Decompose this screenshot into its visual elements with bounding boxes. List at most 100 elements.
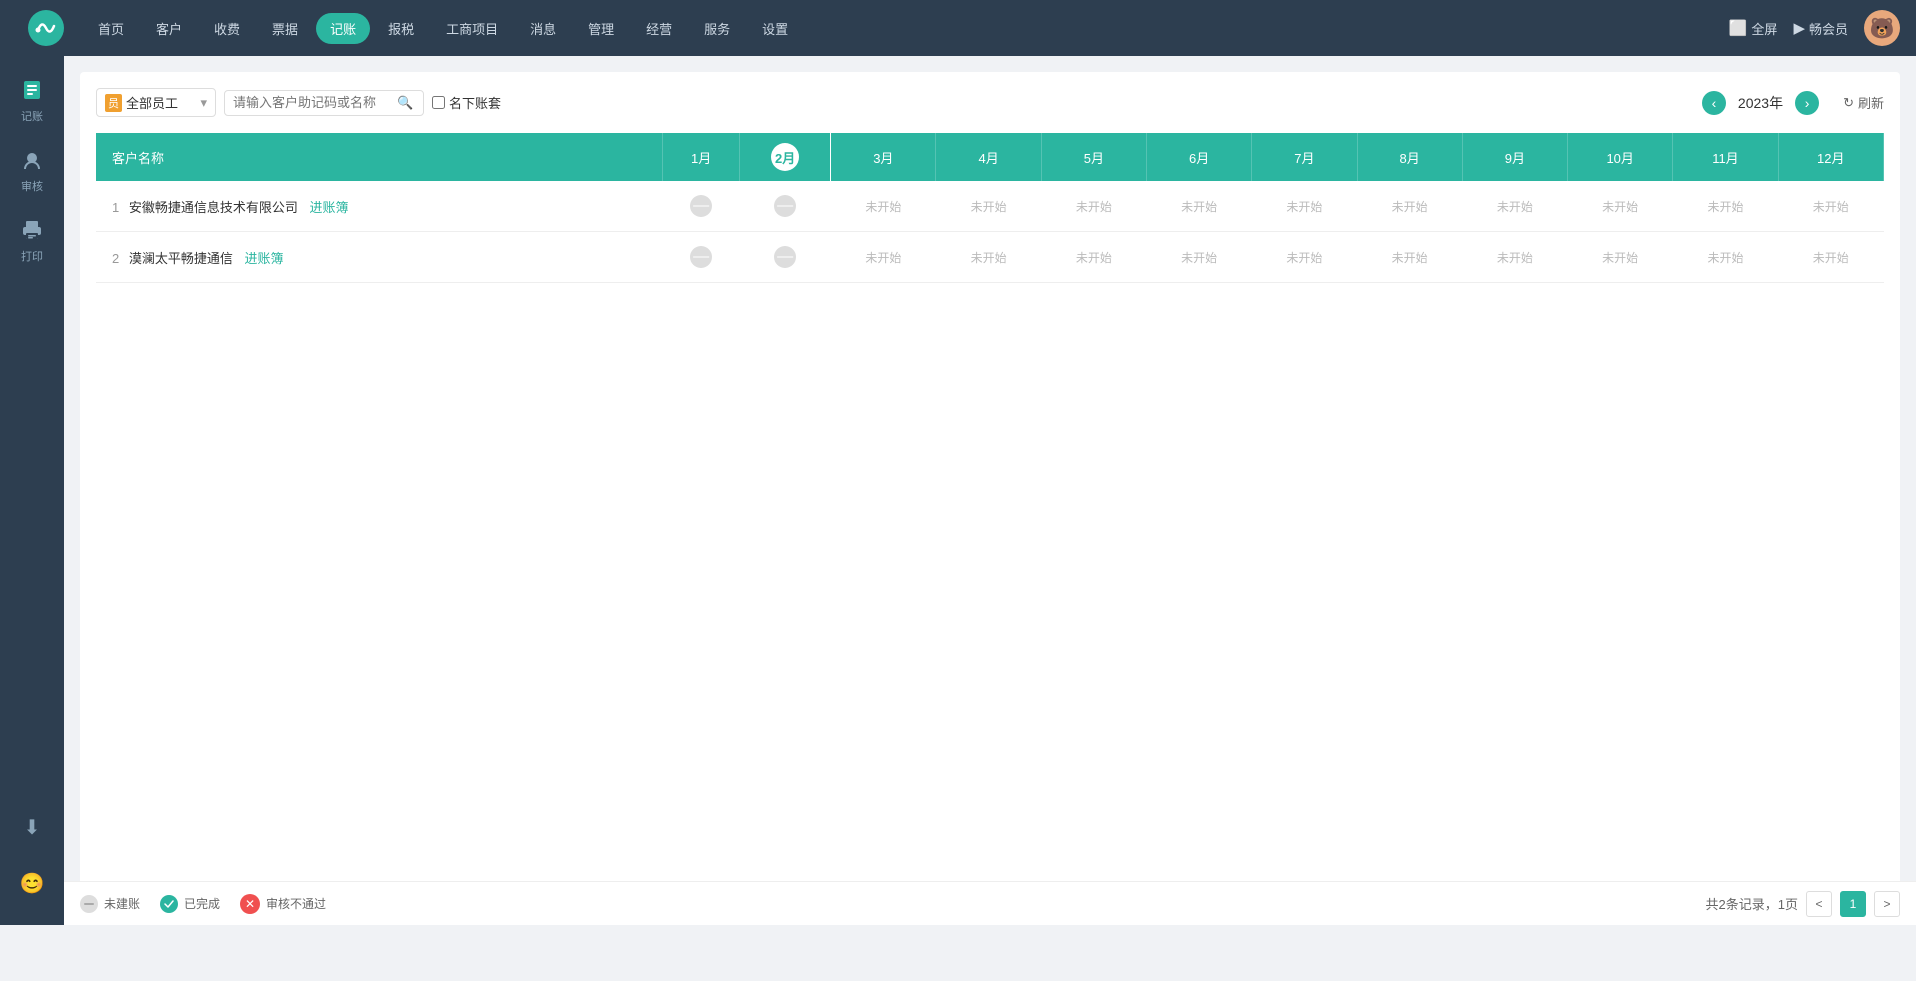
vip-label: 畅会员 xyxy=(1809,19,1848,38)
row1-enter-link[interactable]: 进账簿 xyxy=(310,200,349,215)
row2-m2: — xyxy=(740,232,831,283)
nav-tax[interactable]: 报税 xyxy=(374,13,428,44)
row2-m4: 未开始 xyxy=(936,232,1041,283)
bottom-bar: 未建账 已完成 ✕ 审核不通过 共2条记录，1页 < 1 > xyxy=(64,881,1916,925)
table-body: 1 安徽畅捷通信息技术有限公司 进账簿 — — 未开始 未开始 未开始 未开始 … xyxy=(96,181,1884,283)
page-next-button[interactable]: > xyxy=(1874,891,1900,917)
my-accounts-checkbox[interactable] xyxy=(432,96,445,109)
sidebar-print-label: 打印 xyxy=(21,248,43,264)
sidebar-item-print[interactable]: 打印 xyxy=(0,204,64,274)
th-month-9: 9月 xyxy=(1462,133,1567,181)
row2-enter-link[interactable]: 进账簿 xyxy=(245,251,284,266)
row1-m4: 未开始 xyxy=(936,181,1041,232)
row1-m7: 未开始 xyxy=(1252,181,1357,232)
year-prev-button[interactable]: ‹ xyxy=(1702,91,1726,115)
download-icon: ⬇ xyxy=(16,811,48,843)
user-avatar[interactable]: 🐻 xyxy=(1864,10,1900,46)
search-input[interactable] xyxy=(233,95,393,110)
nav-manage[interactable]: 管理 xyxy=(574,13,628,44)
content-card: 员 全部员工 ▾ 🔍 名下账套 ‹ 2023年 › ↻ 刷新 xyxy=(80,72,1900,909)
legend-not-created-label: 未建账 xyxy=(104,895,140,912)
legend-not-created: 未建账 xyxy=(80,895,140,913)
sidebar-help[interactable]: 😊 xyxy=(16,857,48,909)
row2-name-cell: 2 漠澜太平畅捷通信 进账簿 xyxy=(96,232,663,283)
accounting-icon xyxy=(16,74,48,106)
nav-right: ⬜ 全屏 ▶ 畅会员 🐻 xyxy=(1729,10,1900,46)
row2-m1: — xyxy=(663,232,740,283)
help-icon: 😊 xyxy=(16,867,48,899)
row1-m9: 未开始 xyxy=(1462,181,1567,232)
row1-m2-dash: — xyxy=(774,195,796,217)
nav-service[interactable]: 服务 xyxy=(690,13,744,44)
nav-settings[interactable]: 设置 xyxy=(748,13,802,44)
th-month-10: 10月 xyxy=(1568,133,1673,181)
pagination: 共2条记录，1页 < 1 > xyxy=(1706,891,1900,917)
row1-m5: 未开始 xyxy=(1041,181,1146,232)
search-icon[interactable]: 🔍 xyxy=(397,95,413,111)
refresh-icon: ↻ xyxy=(1843,95,1854,111)
th-month-5: 5月 xyxy=(1041,133,1146,181)
row1-m12: 未开始 xyxy=(1778,181,1883,232)
nav-customer[interactable]: 客户 xyxy=(142,13,196,44)
nav-home[interactable]: 首页 xyxy=(84,13,138,44)
legend-teal-dot xyxy=(160,895,178,913)
row2-m12: 未开始 xyxy=(1778,232,1883,283)
th-month-3: 3月 xyxy=(831,133,936,181)
legend-red-dot: ✕ xyxy=(240,894,260,914)
left-sidebar: 记账 审核 打印 ⬇ 😊 xyxy=(0,56,64,925)
my-accounts-checkbox-label[interactable]: 名下账套 xyxy=(432,93,501,112)
fullscreen-label: 全屏 xyxy=(1751,19,1777,38)
total-records-label: 共2条记录，1页 xyxy=(1706,894,1798,913)
page-1-button[interactable]: 1 xyxy=(1840,891,1866,917)
refresh-label: 刷新 xyxy=(1858,93,1884,112)
employee-label: 全部员工 xyxy=(126,93,178,112)
vip-button[interactable]: ▶ 畅会员 xyxy=(1793,19,1848,38)
table-row: 1 安徽畅捷通信息技术有限公司 进账簿 — — 未开始 未开始 未开始 未开始 … xyxy=(96,181,1884,232)
row1-company-name: 安徽畅捷通信息技术有限公司 xyxy=(129,200,298,215)
top-navigation: 首页 客户 收费 票据 记账 报税 工商项目 消息 管理 经营 服务 设置 ⬜ … xyxy=(0,0,1916,56)
nav-message[interactable]: 消息 xyxy=(516,13,570,44)
fullscreen-button[interactable]: ⬜ 全屏 xyxy=(1729,19,1778,38)
page-prev-button[interactable]: < xyxy=(1806,891,1832,917)
chevron-down-icon: ▾ xyxy=(200,95,207,111)
data-table: 客户名称 1月 2月 3月 4月 5月 6月 7月 8月 9月 10月 xyxy=(96,133,1884,283)
year-display: 2023年 xyxy=(1738,93,1783,113)
sidebar-item-audit[interactable]: 审核 xyxy=(0,134,64,204)
app-logo[interactable] xyxy=(16,10,76,46)
my-accounts-label: 名下账套 xyxy=(449,93,501,112)
th-month-2: 2月 xyxy=(740,133,831,181)
legend-gray-dot xyxy=(80,895,98,913)
refresh-button[interactable]: ↻ 刷新 xyxy=(1843,93,1884,112)
row2-m7: 未开始 xyxy=(1252,232,1357,283)
sidebar-item-accounting[interactable]: 记账 xyxy=(0,64,64,134)
row1-m11: 未开始 xyxy=(1673,181,1778,232)
sidebar-bottom: ⬇ 😊 xyxy=(16,801,48,909)
row1-m1-dash: — xyxy=(690,195,712,217)
row1-m1: — xyxy=(663,181,740,232)
th-month-1: 1月 xyxy=(663,133,740,181)
row2-m2-dash: — xyxy=(774,246,796,268)
employee-select[interactable]: 员 全部员工 ▾ xyxy=(96,88,216,117)
legend-completed-label: 已完成 xyxy=(184,895,220,912)
fullscreen-icon: ⬜ xyxy=(1729,19,1748,37)
nav-billing[interactable]: 收费 xyxy=(200,13,254,44)
sidebar-audit-label: 审核 xyxy=(21,178,43,194)
nav-bizproject[interactable]: 工商项目 xyxy=(432,13,512,44)
th-month-4: 4月 xyxy=(936,133,1041,181)
row1-name-cell: 1 安徽畅捷通信息技术有限公司 进账簿 xyxy=(96,181,663,232)
nav-accounting[interactable]: 记账 xyxy=(316,13,370,44)
nav-operation[interactable]: 经营 xyxy=(632,13,686,44)
th-month-7: 7月 xyxy=(1252,133,1357,181)
row1-m6: 未开始 xyxy=(1146,181,1251,232)
sidebar-download[interactable]: ⬇ xyxy=(16,801,48,853)
row2-m5: 未开始 xyxy=(1041,232,1146,283)
sidebar-accounting-label: 记账 xyxy=(21,108,43,124)
nav-invoice[interactable]: 票据 xyxy=(258,13,312,44)
table-row: 2 漠澜太平畅捷通信 进账簿 — — 未开始 未开始 未开始 未开始 未开始 未… xyxy=(96,232,1884,283)
row1-num: 1 xyxy=(112,200,119,215)
year-next-button[interactable]: › xyxy=(1795,91,1819,115)
th-name: 客户名称 xyxy=(96,133,663,181)
row2-num: 2 xyxy=(112,251,119,266)
legend-rejected: ✕ 审核不通过 xyxy=(240,894,326,914)
legend-rejected-label: 审核不通过 xyxy=(266,895,326,912)
